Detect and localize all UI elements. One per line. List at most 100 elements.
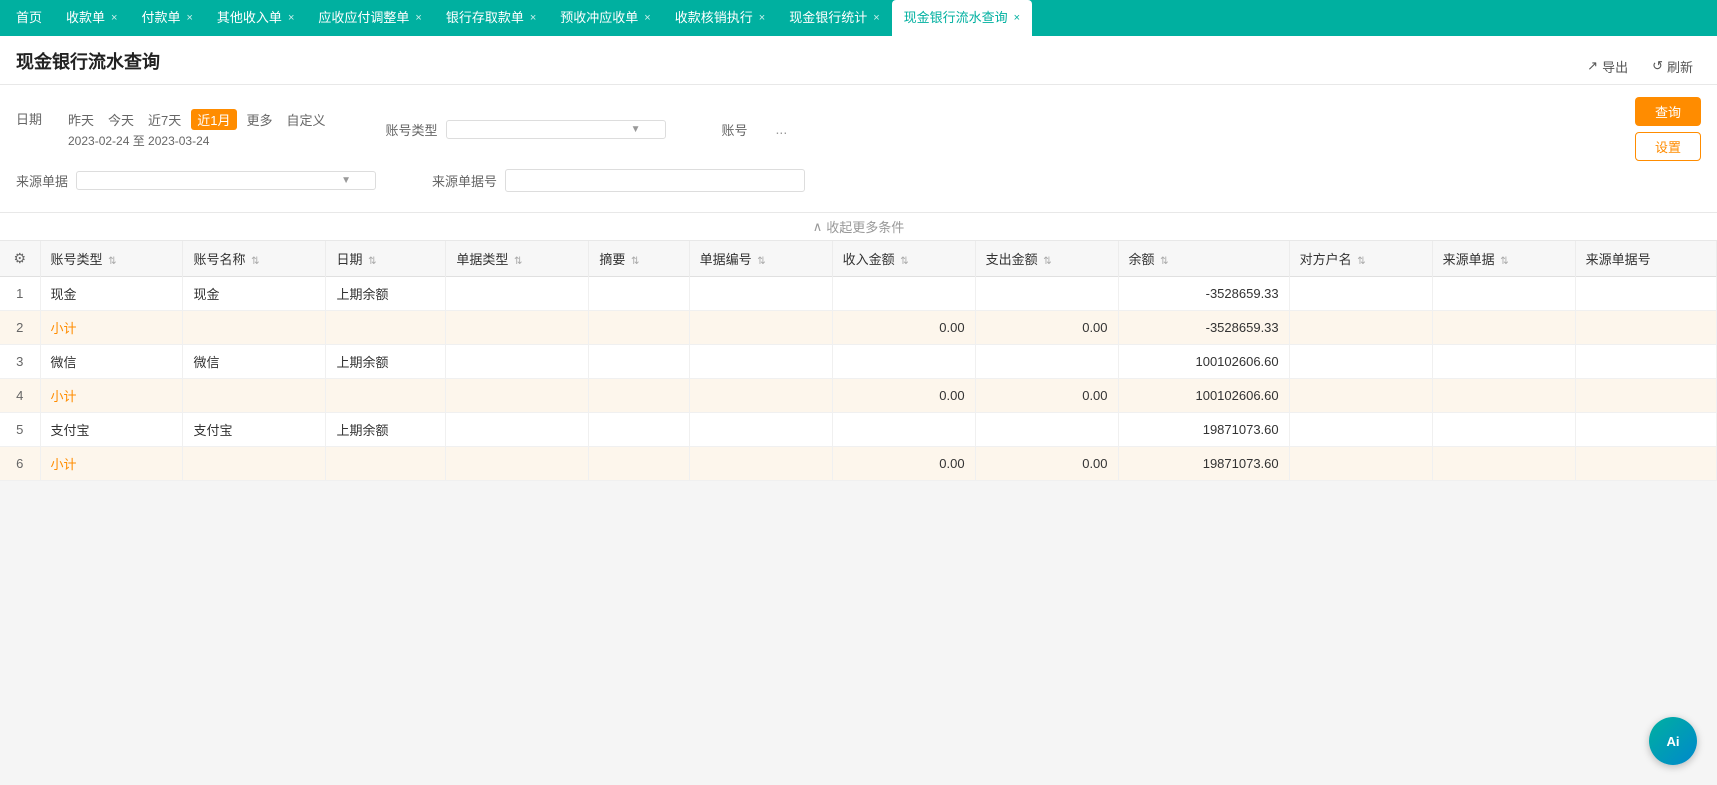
account-type-select[interactable]: ▼ (446, 120, 666, 139)
account-label: 账号 (722, 120, 762, 139)
cell-source-doc-no (1575, 345, 1716, 379)
top-navigation: 首页 收款单 × 付款单 × 其他收入单 × 应收应付调整单 × 银行存取款单 … (0, 0, 1717, 36)
cell-doc-type (446, 447, 589, 481)
cell-date (326, 447, 446, 481)
date-opt-more[interactable]: 更多 (243, 109, 277, 130)
col-account-type-label: 账号类型 (51, 252, 103, 267)
col-doc-type[interactable]: 单据类型 ⇅ (446, 241, 589, 277)
nav-close-bank-deposit[interactable]: × (530, 0, 536, 36)
col-date[interactable]: 日期 ⇅ (326, 241, 446, 277)
account-type-chevron: ▼ (631, 124, 641, 135)
date-opt-1month[interactable]: 近1月 (191, 109, 236, 130)
cell-counterparty (1289, 413, 1432, 447)
account-ellipsis[interactable]: ... (770, 121, 794, 137)
col-account-name[interactable]: 账号名称 ⇅ (183, 241, 326, 277)
nav-close-prepay[interactable]: × (644, 0, 650, 36)
nav-close-cash-bank-flow[interactable]: × (1014, 0, 1020, 36)
col-source-doc[interactable]: 来源单据 ⇅ (1432, 241, 1575, 277)
cell-source-doc (1432, 311, 1575, 345)
cell-rownum: 2 (0, 311, 40, 345)
nav-receipt[interactable]: 收款单 × (54, 0, 129, 36)
col-source-doc-no[interactable]: 来源单据号 (1575, 241, 1716, 277)
cell-income (832, 345, 975, 379)
nav-collect-exec[interactable]: 收款核销执行 × (663, 0, 777, 36)
refresh-button[interactable]: ↺ 刷新 (1644, 55, 1701, 78)
source-doc-label: 来源单据 (16, 171, 68, 190)
cell-balance: -3528659.33 (1118, 277, 1289, 311)
cell-doc-no (689, 413, 832, 447)
nav-close-payment[interactable]: × (186, 0, 192, 36)
table-row[interactable]: 4小计0.000.00100102606.60 (0, 379, 1717, 413)
col-income-label: 收入金额 (843, 252, 895, 267)
cell-counterparty (1289, 447, 1432, 481)
ai-label: Ai (1667, 734, 1680, 749)
col-doc-no-label: 单据编号 (700, 252, 752, 267)
table-row[interactable]: 3微信微信上期余额100102606.60 (0, 345, 1717, 379)
table-row[interactable]: 1现金现金上期余额-3528659.33 (0, 277, 1717, 311)
col-balance[interactable]: 余额 ⇅ (1118, 241, 1289, 277)
export-button[interactable]: ↗ 导出 (1579, 55, 1636, 78)
col-counterparty[interactable]: 对方户名 ⇅ (1289, 241, 1432, 277)
cell-source-doc (1432, 447, 1575, 481)
col-gear[interactable]: ⚙ (0, 241, 40, 277)
source-doc-select[interactable]: ▼ (76, 171, 376, 190)
col-date-label: 日期 (336, 252, 362, 267)
cell-doc-no (689, 379, 832, 413)
cell-account-name: 现金 (183, 277, 326, 311)
nav-adjustment[interactable]: 应收应付调整单 × (306, 0, 433, 36)
query-button[interactable]: 查询 (1635, 97, 1701, 126)
table-header-row: ⚙ 账号类型 ⇅ 账号名称 ⇅ 日期 ⇅ 单据类型 ⇅ 摘 (0, 241, 1717, 277)
date-opt-yesterday[interactable]: 昨天 (64, 109, 98, 130)
nav-close-collect-exec[interactable]: × (759, 0, 765, 36)
settings-button[interactable]: 设置 (1635, 132, 1701, 161)
sort-doc-no: ⇅ (757, 256, 765, 267)
source-doc-no-label: 来源单据号 (432, 171, 497, 190)
nav-bank-deposit[interactable]: 银行存取款单 × (434, 0, 548, 36)
collapse-button[interactable]: ∧ 收起更多条件 (813, 217, 905, 236)
sort-account-name: ⇅ (251, 256, 259, 267)
refresh-icon: ↺ (1652, 58, 1663, 74)
table-row[interactable]: 5支付宝支付宝上期余额19871073.60 (0, 413, 1717, 447)
cell-account-type: 小计 (40, 379, 183, 413)
cell-source-doc-no (1575, 311, 1716, 345)
col-account-type[interactable]: 账号类型 ⇅ (40, 241, 183, 277)
nav-payment[interactable]: 付款单 × (129, 0, 204, 36)
nav-home[interactable]: 首页 (4, 0, 54, 36)
col-summary[interactable]: 摘要 ⇅ (589, 241, 689, 277)
header-actions: ↗ 导出 ↺ 刷新 (1579, 55, 1701, 78)
date-opt-7days[interactable]: 近7天 (144, 109, 185, 130)
sort-expense: ⇅ (1043, 256, 1051, 267)
nav-cash-bank-stat[interactable]: 现金银行统计 × (777, 0, 891, 36)
account-type-label: 账号类型 (386, 120, 438, 139)
cell-doc-type (446, 413, 589, 447)
col-counterparty-label: 对方户名 (1300, 252, 1352, 267)
date-opt-custom[interactable]: 自定义 (283, 109, 330, 130)
export-icon: ↗ (1587, 58, 1598, 74)
nav-other-income[interactable]: 其他收入单 × (205, 0, 306, 36)
nav-close-receipt[interactable]: × (111, 0, 117, 36)
table-row[interactable]: 2小计0.000.00-3528659.33 (0, 311, 1717, 345)
cell-income (832, 277, 975, 311)
filter-row-date: 日期 昨天 今天 近7天 近1月 更多 自定义 2023-02-24 至 202… (16, 97, 1701, 161)
nav-prepay[interactable]: 预收冲应收单 × (548, 0, 662, 36)
date-label: 日期 (16, 109, 56, 128)
cell-expense (975, 345, 1118, 379)
cell-expense: 0.00 (975, 447, 1118, 481)
gear-icon: ⚙ (13, 250, 26, 266)
sort-source-doc: ⇅ (1500, 256, 1508, 267)
ai-assistant-button[interactable]: Ai (1649, 717, 1697, 765)
col-account-name-label: 账号名称 (193, 252, 245, 267)
cell-summary (589, 277, 689, 311)
nav-cash-bank-flow[interactable]: 现金银行流水查询 × (892, 0, 1032, 36)
nav-close-other-income[interactable]: × (288, 0, 294, 36)
col-expense[interactable]: 支出金额 ⇅ (975, 241, 1118, 277)
col-doc-no[interactable]: 单据编号 ⇅ (689, 241, 832, 277)
source-doc-no-input[interactable] (505, 169, 805, 192)
table-row[interactable]: 6小计0.000.0019871073.60 (0, 447, 1717, 481)
filter-row-source: 来源单据 ▼ 来源单据号 (16, 169, 1701, 192)
nav-close-adjustment[interactable]: × (415, 0, 421, 36)
cell-doc-type (446, 345, 589, 379)
date-opt-today[interactable]: 今天 (104, 109, 138, 130)
nav-close-cash-bank-stat[interactable]: × (873, 0, 879, 36)
col-income[interactable]: 收入金额 ⇅ (832, 241, 975, 277)
